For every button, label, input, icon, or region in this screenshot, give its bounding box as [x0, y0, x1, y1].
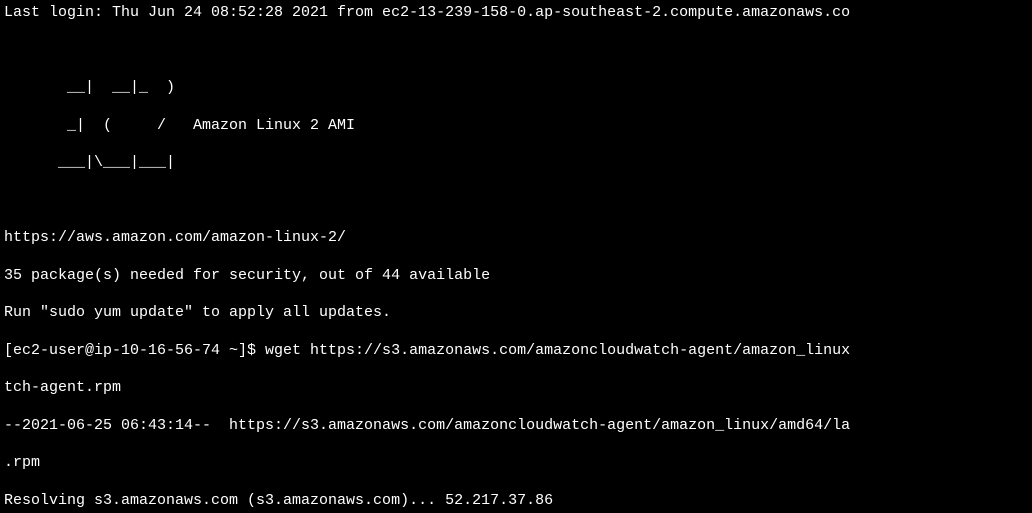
wget-command-line-wrap: tch-agent.rpm [4, 379, 1028, 398]
ascii-art-line-3: ___|\___|___| [4, 154, 1028, 173]
resolving-line: Resolving s3.amazonaws.com (s3.amazonaws… [4, 492, 1028, 511]
last-login-line: Last login: Thu Jun 24 08:52:28 2021 fro… [4, 4, 1028, 23]
wget-timestamp-line: --2021-06-25 06:43:14-- https://s3.amazo… [4, 417, 1028, 436]
blank-line [4, 192, 1028, 211]
wget-timestamp-line-wrap: .rpm [4, 454, 1028, 473]
yum-update-line: Run "sudo yum update" to apply all updat… [4, 304, 1028, 323]
terminal-output[interactable]: Last login: Thu Jun 24 08:52:28 2021 fro… [0, 0, 1032, 513]
wget-command-line: [ec2-user@ip-10-16-56-74 ~]$ wget https:… [4, 342, 1028, 361]
ascii-art-line-2: _| ( / Amazon Linux 2 AMI [4, 117, 1028, 136]
amazon-linux-url: https://aws.amazon.com/amazon-linux-2/ [4, 229, 1028, 248]
ascii-art-line-1: __| __|_ ) [4, 79, 1028, 98]
blank-line [4, 42, 1028, 61]
security-packages-line: 35 package(s) needed for security, out o… [4, 267, 1028, 286]
